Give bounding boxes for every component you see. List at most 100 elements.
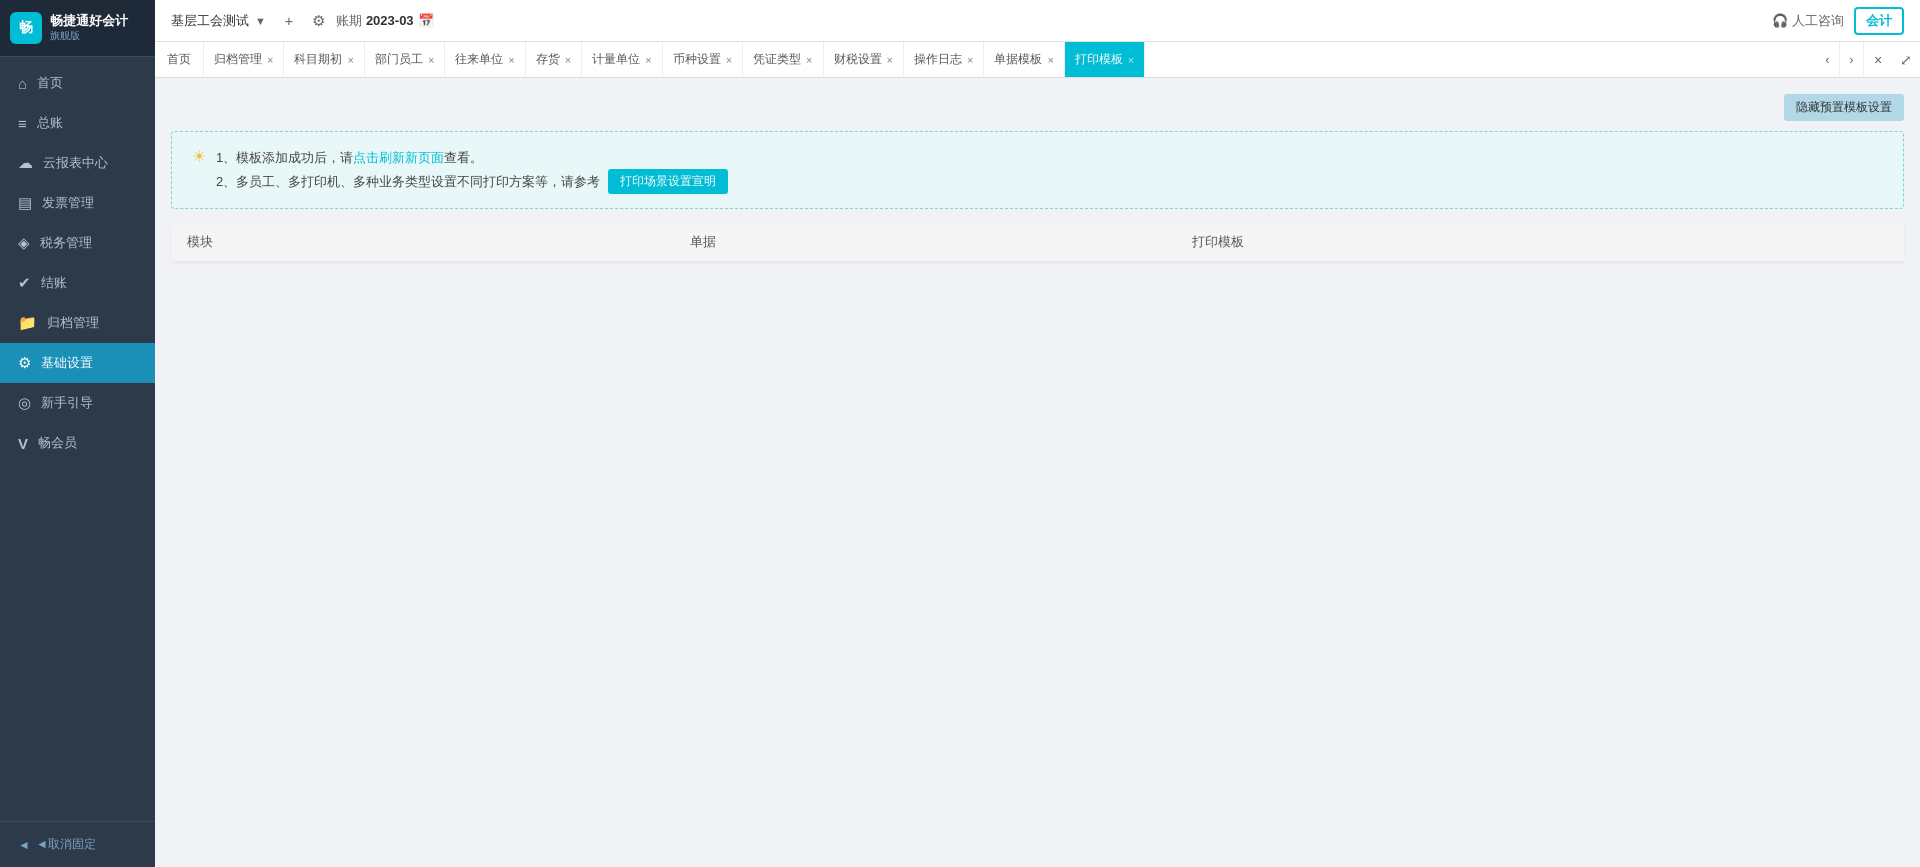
notice-line1-pre: 1、模板添加成功后，请 <box>216 150 353 165</box>
sidebar-item-label: 税务管理 <box>40 234 92 252</box>
tab-partner[interactable]: 往来单位 × <box>445 42 525 78</box>
tab-subject[interactable]: 科目期初 × <box>284 42 364 78</box>
headphone-icon: 🎧 <box>1772 13 1788 28</box>
tab-voucher[interactable]: 凭证类型 × <box>743 42 823 78</box>
print-template-table: 模块 单据 打印模板 <box>171 223 1904 262</box>
tab-oplog[interactable]: 操作日志 × <box>904 42 984 78</box>
period-value: 2023-03 <box>366 13 414 28</box>
tab-nav-prev-button[interactable]: ‹ <box>1816 42 1840 78</box>
sidebar-item-label: 首页 <box>37 74 63 92</box>
tab-inventory[interactable]: 存货 × <box>526 42 582 78</box>
cloud-icon: ☁ <box>18 154 33 172</box>
sidebar-item-label: 发票管理 <box>42 194 94 212</box>
sidebar-item-settings[interactable]: ⚙ 基础设置 <box>0 343 155 383</box>
content-area: 隐藏预置模板设置 ☀ 1、模板添加成功后，请点击刷新新页面查看。 2、多员工、多… <box>155 78 1920 867</box>
tab-oplog-close-icon[interactable]: × <box>967 54 973 66</box>
tab-taxset-label: 财税设置 <box>834 51 882 68</box>
tab-unit[interactable]: 计量单位 × <box>582 42 662 78</box>
company-dropdown-icon[interactable]: ▼ <box>255 15 266 27</box>
sidebar: 畅 畅捷通好会计 旗舰版 ⌂ 首页 ≡ 总账 ☁ 云报表中心 ▤ 发票管理 ◈ … <box>0 0 155 867</box>
tab-expand-button[interactable]: ⤢ <box>1892 42 1920 78</box>
guide-icon: ◎ <box>18 394 31 412</box>
tab-home[interactable]: 首页 <box>155 42 204 78</box>
tab-receipt[interactable]: 单据模板 × <box>984 42 1064 78</box>
sidebar-item-label: 新手引导 <box>41 394 93 412</box>
tab-print[interactable]: 打印模板 × <box>1065 42 1145 78</box>
col-module: 模块 <box>171 223 674 262</box>
home-icon: ⌂ <box>18 75 27 92</box>
tab-oplog-label: 操作日志 <box>914 51 962 68</box>
invoice-icon: ▤ <box>18 194 32 212</box>
support-label: 人工咨询 <box>1792 12 1844 30</box>
company-name: 基层工会测试 <box>171 12 249 30</box>
notice-line1: 1、模板添加成功后，请点击刷新新页面查看。 <box>216 146 728 169</box>
sidebar-item-ledger[interactable]: ≡ 总账 <box>0 103 155 143</box>
sidebar-logo: 畅 畅捷通好会计 旗舰版 <box>0 0 155 57</box>
tab-receipt-close-icon[interactable]: × <box>1047 54 1053 66</box>
sidebar-item-archive[interactable]: 📁 归档管理 <box>0 303 155 343</box>
hide-template-button[interactable]: 隐藏预置模板设置 <box>1784 94 1904 121</box>
add-tab-button[interactable]: + <box>276 8 302 34</box>
sidebar-footer-label: ◄取消固定 <box>36 836 96 853</box>
col-template: 打印模板 <box>1176 223 1904 262</box>
tab-inventory-close-icon[interactable]: × <box>565 54 571 66</box>
sidebar-item-tax[interactable]: ◈ 税务管理 <box>0 223 155 263</box>
notice-content: 1、模板添加成功后，请点击刷新新页面查看。 2、多员工、多打印机、多种业务类型设… <box>216 146 728 194</box>
tab-subject-label: 科目期初 <box>294 51 342 68</box>
tab-archive[interactable]: 归档管理 × <box>204 42 284 78</box>
period-label: 账期 <box>336 12 362 30</box>
settings-gear-icon[interactable]: ⚙ <box>306 8 332 34</box>
tab-bar-right: ‹ › × ⤢ <box>1816 42 1920 78</box>
sidebar-item-invoice[interactable]: ▤ 发票管理 <box>0 183 155 223</box>
calendar-icon[interactable]: 📅 <box>418 13 434 28</box>
tab-dept-label: 部门员工 <box>375 51 423 68</box>
sidebar-pin-toggle[interactable]: ◄ ◄取消固定 <box>0 821 155 867</box>
tab-subject-close-icon[interactable]: × <box>347 54 353 66</box>
action-bar: 隐藏预置模板设置 <box>171 94 1904 121</box>
sidebar-item-report[interactable]: ☁ 云报表中心 <box>0 143 155 183</box>
bulb-icon: ☀ <box>192 147 206 166</box>
tab-home-label: 首页 <box>167 51 191 68</box>
tab-partner-label: 往来单位 <box>455 51 503 68</box>
tab-currency-close-icon[interactable]: × <box>726 54 732 66</box>
notice-line1-post: 查看。 <box>444 150 483 165</box>
app-logo-icon: 畅 <box>10 12 42 44</box>
sidebar-nav: ⌂ 首页 ≡ 总账 ☁ 云报表中心 ▤ 发票管理 ◈ 税务管理 ✔ 结账 📁 归… <box>0 57 155 821</box>
tab-currency-label: 币种设置 <box>673 51 721 68</box>
tab-unit-close-icon[interactable]: × <box>645 54 651 66</box>
sidebar-item-closing[interactable]: ✔ 结账 <box>0 263 155 303</box>
tab-currency[interactable]: 币种设置 × <box>663 42 743 78</box>
tab-partner-close-icon[interactable]: × <box>508 54 514 66</box>
notice-line2-pre: 2、多员工、多打印机、多种业务类型设置不同打印方案等，请参考 <box>216 170 600 193</box>
sidebar-item-vip[interactable]: V 畅会员 <box>0 423 155 463</box>
tab-dept[interactable]: 部门员工 × <box>365 42 445 78</box>
tab-nav-next-button[interactable]: › <box>1840 42 1864 78</box>
sidebar-item-guide[interactable]: ◎ 新手引导 <box>0 383 155 423</box>
tab-archive-close-icon[interactable]: × <box>267 54 273 66</box>
sidebar-item-home[interactable]: ⌂ 首页 <box>0 63 155 103</box>
sidebar-item-label: 总账 <box>37 114 63 132</box>
tab-voucher-close-icon[interactable]: × <box>806 54 812 66</box>
tab-print-label: 打印模板 <box>1075 51 1123 68</box>
archive-icon: 📁 <box>18 314 37 332</box>
tax-icon: ◈ <box>18 234 30 252</box>
ledger-icon: ≡ <box>18 115 27 132</box>
tab-dept-close-icon[interactable]: × <box>428 54 434 66</box>
explain-button[interactable]: 打印场景设置宣明 <box>608 169 728 194</box>
tab-taxset[interactable]: 财税设置 × <box>824 42 904 78</box>
support-button[interactable]: 🎧 人工咨询 <box>1772 12 1844 30</box>
tab-unit-label: 计量单位 <box>592 51 640 68</box>
account-label: 会计 <box>1866 13 1892 28</box>
notice-refresh-link[interactable]: 点击刷新新页面 <box>353 150 444 165</box>
settings-icon: ⚙ <box>18 354 31 372</box>
vip-icon: V <box>18 435 28 452</box>
tab-close-all-button[interactable]: × <box>1864 42 1892 78</box>
main-area: 基层工会测试 ▼ + ⚙ 账期 2023-03 📅 🎧 人工咨询 会计 首页 归… <box>155 0 1920 867</box>
sidebar-item-label: 归档管理 <box>47 314 99 332</box>
pin-icon: ◄ <box>18 838 30 852</box>
account-button[interactable]: 会计 <box>1854 7 1904 35</box>
tab-taxset-close-icon[interactable]: × <box>887 54 893 66</box>
header-right: 🎧 人工咨询 会计 <box>1772 7 1904 35</box>
tab-print-close-icon[interactable]: × <box>1128 54 1134 66</box>
sidebar-item-label: 云报表中心 <box>43 154 108 172</box>
